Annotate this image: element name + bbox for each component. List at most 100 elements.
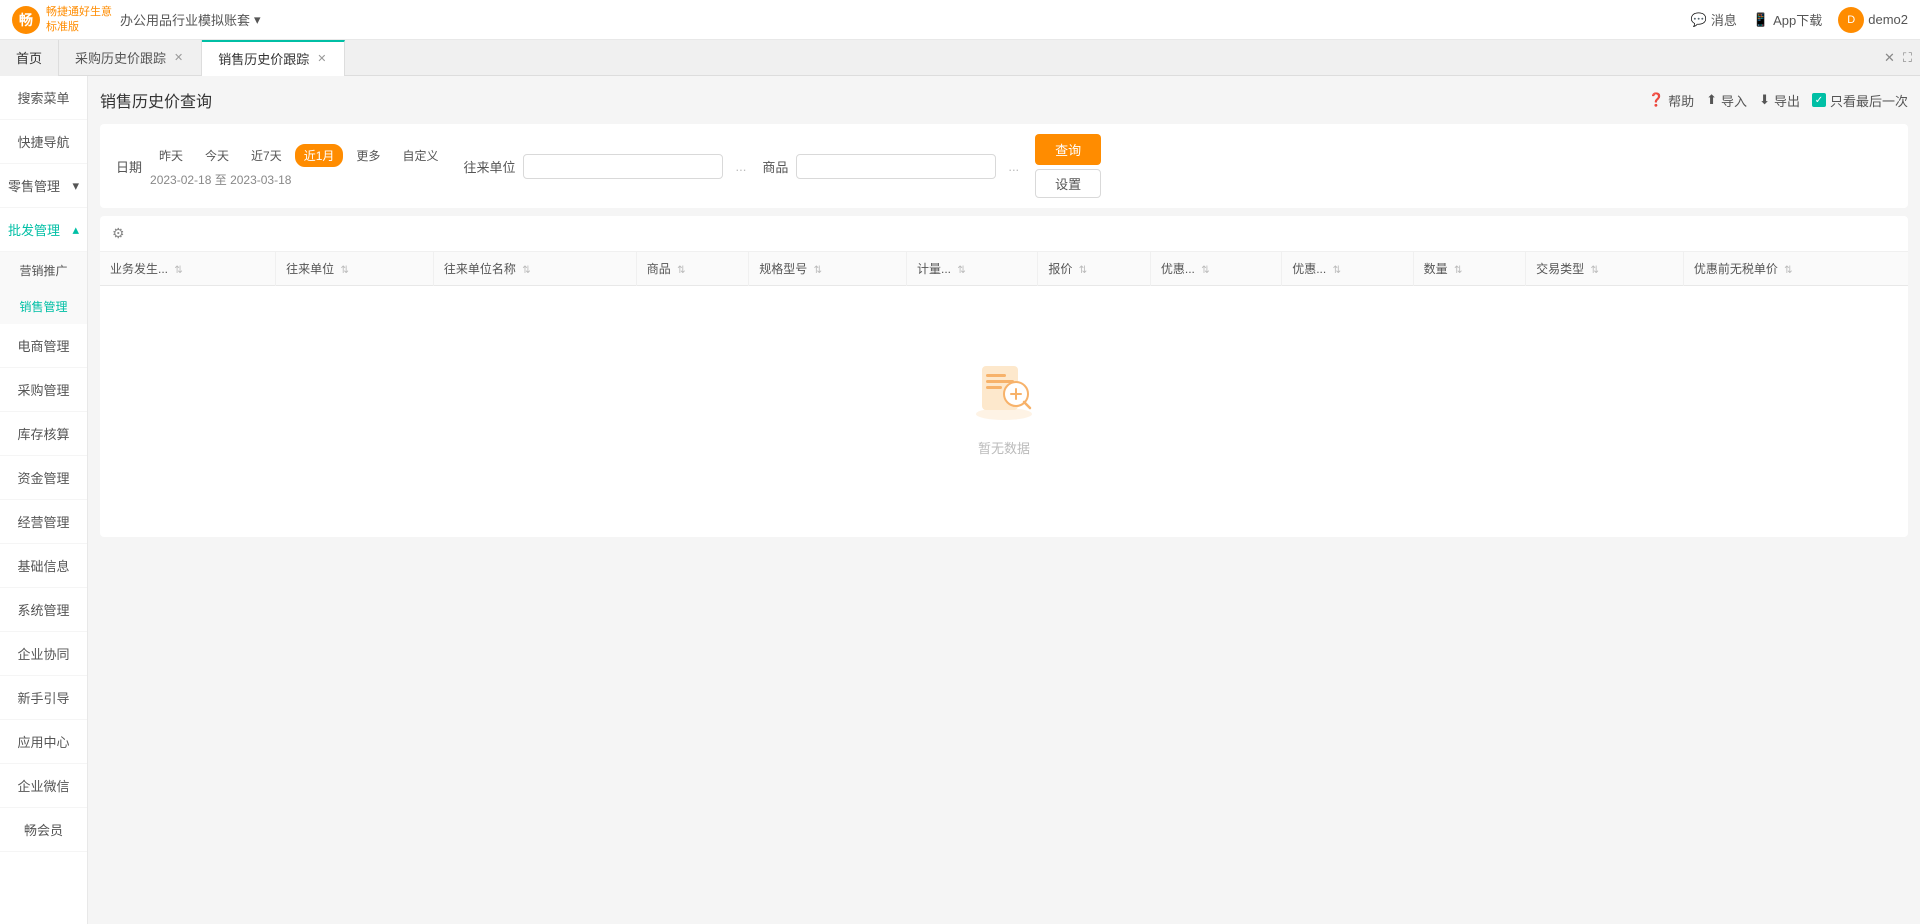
tab-purchase-history[interactable]: 采购历史价跟踪 ✕ [59,40,202,76]
date-filter-group: 日期 昨天 今天 近7天 近1月 更多 自定义 2023-02-18 至 202… [116,144,447,188]
sidebar-item-enterprise[interactable]: 企业协同 [0,632,87,676]
query-button[interactable]: 查询 [1035,134,1101,165]
sidebar-item-basic-info[interactable]: 基础信息 [0,544,87,588]
col-unit-code[interactable]: 往来单位 ⇅ [276,252,434,286]
sidebar-item-app-center[interactable]: 应用中心 [0,720,87,764]
logo-area: 畅 畅捷通好生意 标准版 [12,5,112,34]
sort-icon: ⇅ [522,265,530,276]
sidebar-item-sales-mgmt[interactable]: 销售管理 [0,288,87,324]
col-date[interactable]: 业务发生... ⇅ [100,252,276,286]
sidebar-item-finance[interactable]: 资金管理 [0,456,87,500]
sidebar-item-system[interactable]: 系统管理 [0,588,87,632]
close-purchase-tab-icon[interactable]: ✕ [172,49,185,66]
sort-icon: ⇅ [1784,265,1792,276]
table-container: ⚙ 业务发生... ⇅ 往来单位 ⇅ 往来单位名称 [100,216,1908,537]
col-unit-name[interactable]: 往来单位名称 ⇅ [433,252,636,286]
tab-bar-right: ✕ ⛶ [1884,50,1920,66]
msg-icon: 💬 [1691,12,1707,28]
sidebar-item-guide[interactable]: 新手引导 [0,676,87,720]
empty-text: 暂无数据 [978,438,1030,457]
chevron-icon: ▾ [72,178,79,194]
data-table: 业务发生... ⇅ 往来单位 ⇅ 往来单位名称 ⇅ 商品 [100,252,1908,286]
goods-label: 商品 [762,157,788,176]
sort-icon: ⇅ [1201,265,1209,276]
col-unit-measure[interactable]: 计量... ⇅ [906,252,1037,286]
sidebar-item-ecommerce[interactable]: 电商管理 [0,324,87,368]
help-button[interactable]: ❓ 帮助 [1648,91,1694,110]
col-quote[interactable]: 报价 ⇅ [1038,252,1151,286]
expand-window-icon[interactable]: ⛶ [1903,50,1912,66]
only-last-checkbox[interactable]: ✓ [1812,93,1826,107]
close-window-icon[interactable]: ✕ [1884,50,1895,66]
sidebar: 搜索菜单 快捷导航 零售管理 ▾ 批发管理 ▴ 营销推广 销售管理 电商管理 采… [0,76,88,924]
sort-icon: ⇅ [174,265,182,276]
close-sales-tab-icon[interactable]: ✕ [315,50,328,67]
top-bar-right: 💬 消息 📱 App下载 D demo2 [1691,7,1908,33]
sort-icon: ⇅ [1590,265,1598,276]
page-title-text: 销售历史价查询 [100,88,212,112]
source-unit-filter-group: 往来单位 ... [463,154,746,179]
source-unit-dots[interactable]: ... [735,159,746,174]
sidebar-item-corp-wechat[interactable]: 企业微信 [0,764,87,808]
sort-icon: ⇅ [957,265,965,276]
date-btn-1month[interactable]: 近1月 [295,144,344,167]
logo-icon: 畅 [12,6,40,34]
import-icon: ⬆ [1706,92,1717,108]
only-last-checkbox-label[interactable]: ✓ 只看最后一次 [1812,91,1908,110]
goods-dots[interactable]: ... [1008,159,1019,174]
col-goods[interactable]: 商品 ⇅ [636,252,749,286]
page-actions: ❓ 帮助 ⬆ 导入 ⬇ 导出 ✓ 只看最后一次 [1648,91,1908,110]
date-label: 日期 [116,157,142,176]
col-qty[interactable]: 数量 ⇅ [1413,252,1526,286]
source-unit-label: 往来单位 [463,157,515,176]
export-button[interactable]: ⬇ 导出 [1759,91,1800,110]
sort-icon: ⇅ [1333,265,1341,276]
empty-state: 暂无数据 [100,286,1908,537]
sidebar-item-member[interactable]: 畅会员 [0,808,87,852]
tab-sales-history[interactable]: 销售历史价跟踪 ✕ [202,40,345,76]
msg-button[interactable]: 💬 消息 [1691,10,1737,29]
settings-button[interactable]: 设置 [1035,169,1101,198]
sidebar-item-quick-nav[interactable]: 快捷导航 [0,120,87,164]
table-gear-icon[interactable]: ⚙ [112,225,125,242]
sort-icon: ⇅ [814,265,822,276]
avatar: D [1838,7,1864,33]
source-unit-input[interactable] [523,154,723,179]
import-button[interactable]: ⬆ 导入 [1706,91,1747,110]
sort-icon: ⇅ [677,265,685,276]
sidebar-item-search[interactable]: 搜索菜单 [0,76,87,120]
sidebar-item-retail[interactable]: 零售管理 ▾ [0,164,87,208]
sidebar-item-marketing[interactable]: 营销推广 [0,252,87,288]
goods-filter-group: 商品 ... [762,154,1019,179]
sidebar-item-inventory[interactable]: 库存核算 [0,412,87,456]
col-discount2[interactable]: 优惠... ⇅ [1282,252,1413,286]
main-content: 销售历史价查询 ❓ 帮助 ⬆ 导入 ⬇ 导出 ✓ 只看最后一次 [88,76,1920,924]
tab-home[interactable]: 首页 [0,40,59,76]
date-btn-today[interactable]: 今天 [196,144,238,167]
sidebar-sub-wholesale: 营销推广 销售管理 [0,252,87,324]
col-trade-type[interactable]: 交易类型 ⇅ [1526,252,1684,286]
logo-text: 畅捷通好生意 标准版 [46,5,112,34]
goods-input[interactable] [796,154,996,179]
page-header: 销售历史价查询 ❓ 帮助 ⬆ 导入 ⬇ 导出 ✓ 只看最后一次 [100,88,1908,112]
top-bar-left: 畅 畅捷通好生意 标准版 办公用品行业模拟账套 ▾ [12,5,261,34]
top-bar: 畅 畅捷通好生意 标准版 办公用品行业模拟账套 ▾ 💬 消息 📱 App下载 D… [0,0,1920,40]
date-btn-custom[interactable]: 自定义 [393,144,447,167]
date-btn-7days[interactable]: 近7天 [242,144,291,167]
app-download-button[interactable]: 📱 App下载 [1753,10,1822,29]
filter-bar: 日期 昨天 今天 近7天 近1月 更多 自定义 2023-02-18 至 202… [100,124,1908,208]
sidebar-item-wholesale[interactable]: 批发管理 ▴ [0,208,87,252]
col-discount1[interactable]: 优惠... ⇅ [1150,252,1281,286]
app-selector[interactable]: 办公用品行业模拟账套 ▾ [120,10,261,29]
date-btn-yesterday[interactable]: 昨天 [150,144,192,167]
date-btn-more[interactable]: 更多 [347,144,389,167]
col-spec[interactable]: 规格型号 ⇅ [749,252,907,286]
sidebar-item-operation[interactable]: 经营管理 [0,500,87,544]
table-header: 业务发生... ⇅ 往来单位 ⇅ 往来单位名称 ⇅ 商品 [100,252,1908,286]
date-filters: 昨天 今天 近7天 近1月 更多 自定义 2023-02-18 至 2023-0… [150,144,447,188]
user-avatar-button[interactable]: D demo2 [1838,7,1908,33]
sidebar-item-purchase[interactable]: 采购管理 [0,368,87,412]
export-icon: ⬇ [1759,92,1770,108]
table-toolbar: ⚙ [100,216,1908,252]
col-pre-tax-price[interactable]: 优惠前无税单价 ⇅ [1683,252,1908,286]
